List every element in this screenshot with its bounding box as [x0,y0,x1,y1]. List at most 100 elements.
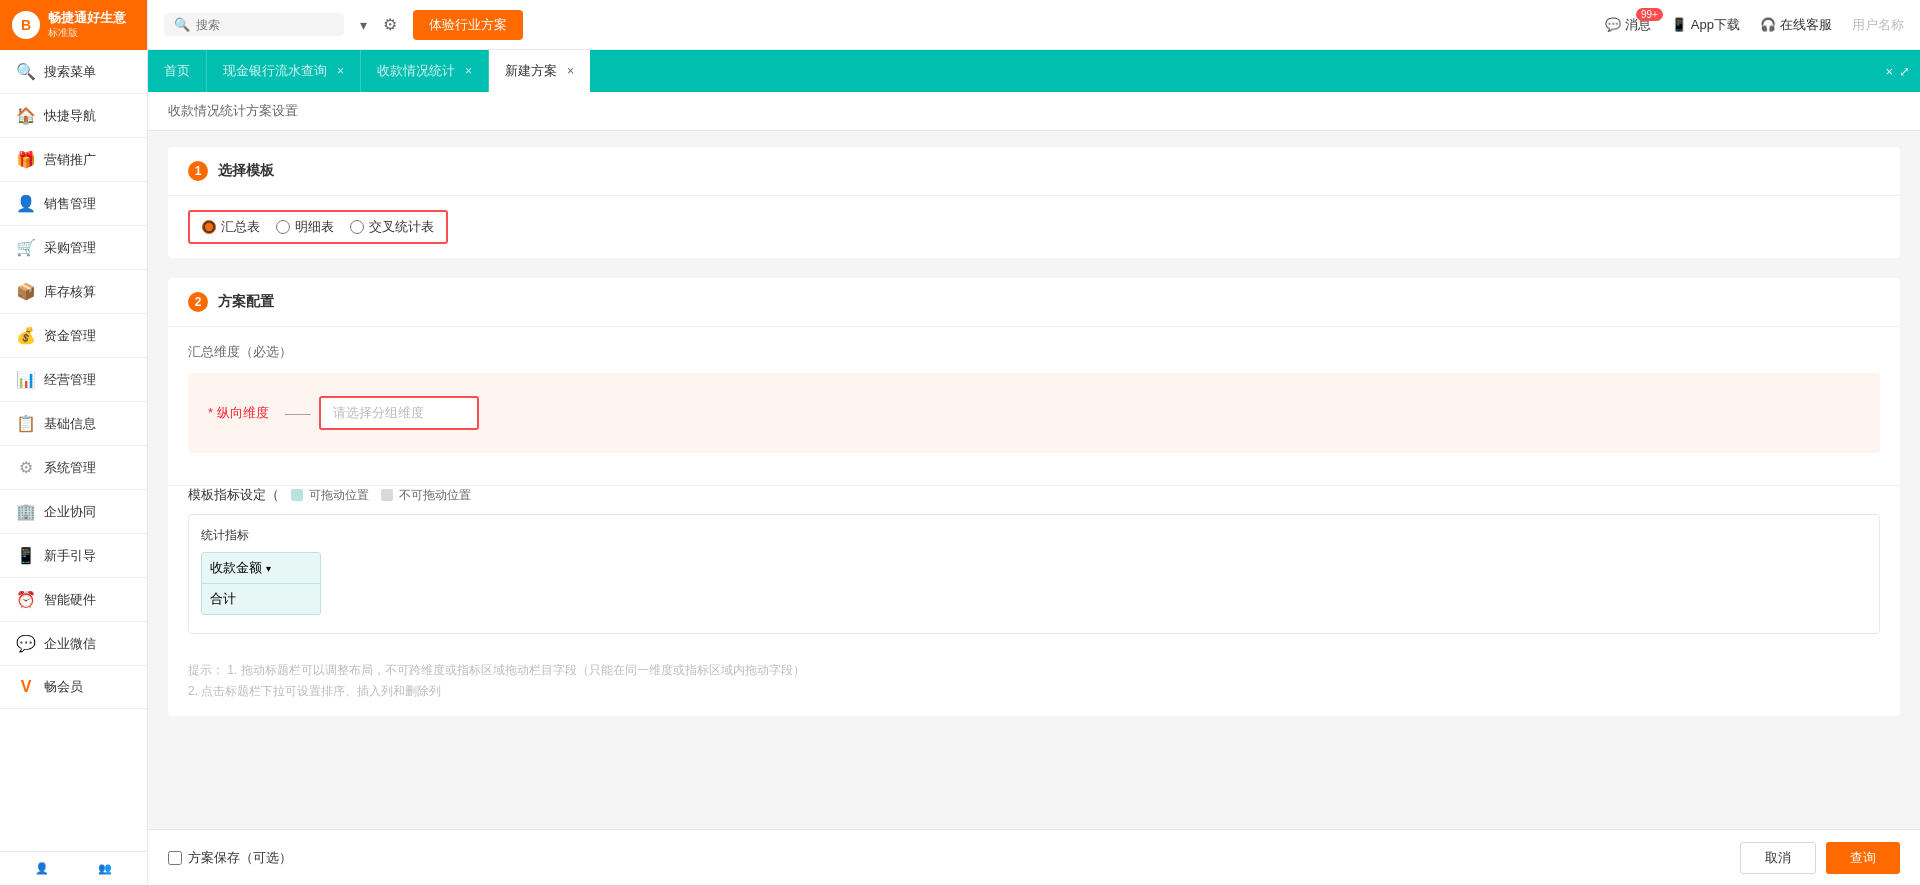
sidebar-item-collab[interactable]: 🏢 企业协同 [0,490,147,534]
notification-badge: 99+ [1636,8,1663,21]
cancel-button[interactable]: 取消 [1740,842,1816,874]
topbar-search-input[interactable] [196,18,326,32]
radio-summary[interactable]: 汇总表 [202,218,260,236]
tab-bank-label: 现金银行流水查询 [223,62,327,80]
logo-icon: B [12,11,40,39]
sidebar-item-inventory[interactable]: 📦 库存核算 [0,270,147,314]
content-body: 1 选择模板 汇总表 明细表 [148,131,1920,752]
step1-section: 1 选择模板 汇总表 明细表 [168,147,1900,258]
user-item[interactable]: 用户名称 [1852,16,1904,34]
sidebar-item-operation[interactable]: 📊 经营管理 [0,358,147,402]
radio-summary-input[interactable] [202,220,216,234]
fixed-dot [381,489,393,501]
cart-icon: 🛒 [16,238,36,257]
save-label: 方案保存（可选） [188,849,292,867]
sidebar-label-member: 畅会员 [44,678,83,696]
legend-draggable: 可拖动位置 [291,487,369,504]
sidebar-label-nav: 快捷导航 [44,107,96,125]
chat-icon: 💬 [16,634,36,653]
radio-cross-input[interactable] [350,220,364,234]
sidebar-nav: 🔍 搜索菜单 🏠 快捷导航 🎁 营销推广 👤 销售管理 🛒 采购管理 📦 库存核… [0,50,147,851]
tab-receipt-close[interactable]: × [465,64,472,78]
download-item[interactable]: 📱 App下载 [1671,16,1740,34]
sidebar-bottom: 👤 👥 [0,851,147,885]
sidebar-item-wechat[interactable]: 💬 企业微信 [0,622,147,666]
sidebar-item-sales[interactable]: 👤 销售管理 [0,182,147,226]
service-item[interactable]: 🎧 在线客服 [1760,16,1832,34]
sidebar-item-guide[interactable]: 📱 新手引导 [0,534,147,578]
radio-cross[interactable]: 交叉统计表 [350,218,434,236]
query-button[interactable]: 查询 [1826,842,1900,874]
sidebar-bottom-user[interactable]: 👤 [35,862,49,875]
sidebar-bottom-group[interactable]: 👥 [98,862,112,875]
sidebar-label-sales: 销售管理 [44,195,96,213]
phone-icon: 📱 [16,546,36,565]
step2-title: 方案配置 [218,293,274,311]
step1-header: 1 选择模板 [168,147,1900,196]
dim-select-box[interactable]: 请选择分组维度 [319,396,479,430]
sidebar-label-base: 基础信息 [44,415,96,433]
breadcrumb: 收款情况统计方案设置 [168,103,298,118]
dimension-area: * 纵向维度 —— 请选择分组维度 [188,373,1880,453]
sidebar-item-nav[interactable]: 🏠 快捷导航 [0,94,147,138]
tips-section: 提示： 1. 拖动标题栏可以调整布局，不可跨维度或指标区域拖动栏目字段（只能在同… [168,650,1900,716]
tab-receipt[interactable]: 收款情况统计 × [361,50,489,92]
notification-item[interactable]: 💬 消息 99+ [1605,16,1651,34]
window-close-icon[interactable]: × [1885,64,1893,79]
tab-new-plan[interactable]: 新建方案 × [489,50,590,92]
bottom-bar: 方案保存（可选） 取消 查询 [148,829,1920,885]
topbar-dropdown-icon[interactable]: ▾ [360,17,367,33]
sidebar-item-purchase[interactable]: 🛒 采购管理 [0,226,147,270]
dimension-title: 汇总维度（必选） [188,343,1880,361]
sidebar-item-search[interactable]: 🔍 搜索菜单 [0,50,147,94]
person-icon: 👤 [16,194,36,213]
metric-tag-amount[interactable]: 收款金额 ▾ [202,553,320,583]
save-option[interactable]: 方案保存（可选） [168,849,292,867]
home-icon: 🏠 [16,106,36,125]
sidebar-label-system: 系统管理 [44,459,96,477]
window-expand-icon[interactable]: ⤢ [1899,64,1910,79]
step2-badge: 2 [188,292,208,312]
legend-fixed-label: 不可拖动位置 [399,487,471,504]
logo-sub: 标准版 [48,26,126,40]
step2-header: 2 方案配置 [168,278,1900,327]
gear-icon: ⚙ [16,458,36,477]
sidebar-item-marketing[interactable]: 🎁 营销推广 [0,138,147,182]
metric-sub-total: 合计 [202,583,320,614]
metric-settings: 模板指标设定（ 可拖动位置 不可拖动位置 统计指标 [168,486,1900,650]
sidebar-logo: B 畅捷通好生意 标准版 [0,0,147,50]
message-icon: 💬 [1605,17,1621,32]
trial-btn[interactable]: 体验行业方案 [413,10,523,40]
topbar-search-box[interactable]: 🔍 [164,13,344,36]
sidebar-label-collab: 企业协同 [44,503,96,521]
radio-detail[interactable]: 明细表 [276,218,334,236]
sidebar-item-member[interactable]: V 畅会员 [0,666,147,709]
topbar-right: 💬 消息 99+ 📱 App下载 🎧 在线客服 用户名称 [1605,16,1904,34]
money-icon: 💰 [16,326,36,345]
radio-detail-input[interactable] [276,220,290,234]
sidebar-item-system[interactable]: ⚙ 系统管理 [0,446,147,490]
radio-summary-label: 汇总表 [221,218,260,236]
sidebar-item-finance[interactable]: 💰 资金管理 [0,314,147,358]
topbar-gear-icon[interactable]: ⚙ [383,15,397,34]
radio-detail-label: 明细表 [295,218,334,236]
template-radio-group: 汇总表 明细表 交叉统计表 [188,210,448,244]
dim-select-placeholder: 请选择分组维度 [333,405,424,420]
metric-box-label: 统计指标 [201,527,1867,544]
tab-bank-close[interactable]: × [337,64,344,78]
sidebar-item-hardware[interactable]: ⏰ 智能硬件 [0,578,147,622]
topbar: 🔍 ▾ ⚙ 体验行业方案 💬 消息 99+ 📱 App下载 🎧 在线客服 用户名… [148,0,1920,50]
clock-icon: ⏰ [16,590,36,609]
vertical-dim-label: * 纵向维度 [208,404,269,422]
tip-2: 2. 点击标题栏下拉可设置排序、插入列和删除列 [188,683,1880,700]
tab-new-plan-close[interactable]: × [567,64,574,78]
sidebar-item-base[interactable]: 📋 基础信息 [0,402,147,446]
tab-bank[interactable]: 现金银行流水查询 × [207,50,361,92]
save-checkbox[interactable] [168,851,182,865]
gift-icon: 🎁 [16,150,36,169]
tab-home[interactable]: 首页 [148,50,207,92]
chart-icon: 📊 [16,370,36,389]
template-options: 汇总表 明细表 交叉统计表 [168,196,1900,258]
user-label: 用户名称 [1852,16,1904,34]
download-icon: 📱 [1671,17,1687,32]
